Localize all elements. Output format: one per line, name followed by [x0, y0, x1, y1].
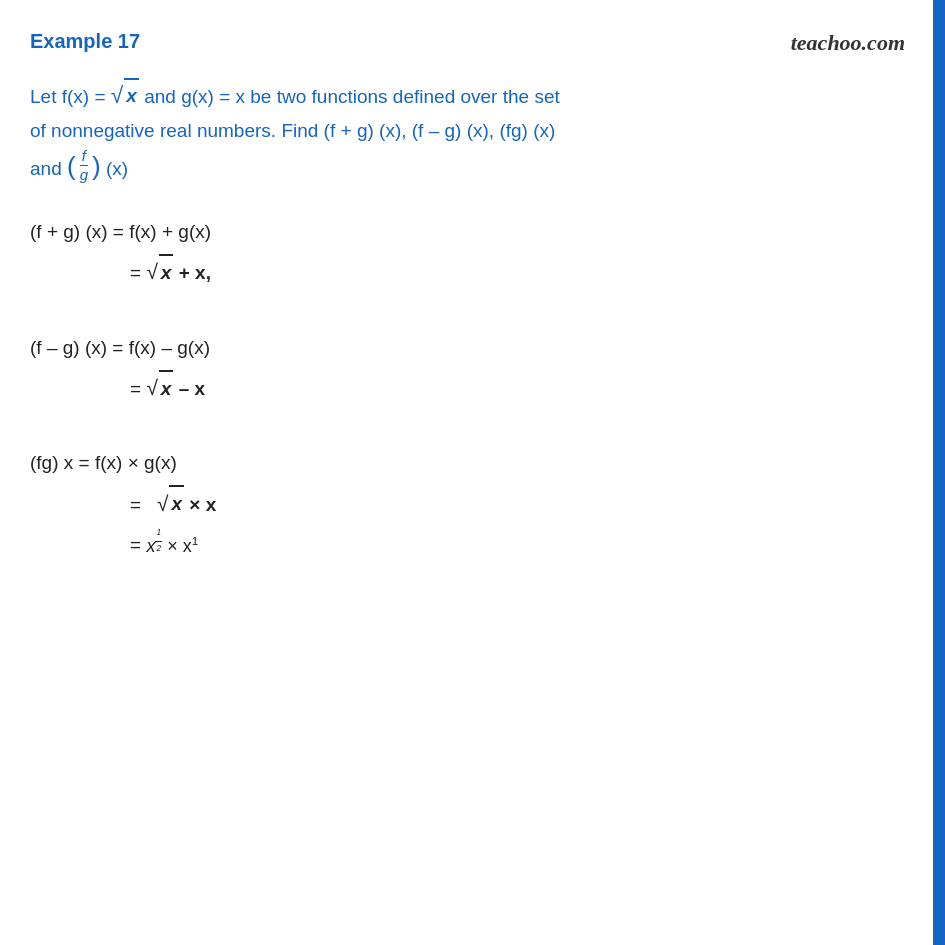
s2-l2-prefix: = — [130, 378, 146, 399]
frac-numerator: f — [80, 147, 88, 166]
problem-text-1: Let f(x) = — [30, 86, 111, 107]
fraction-symbol: f g — [78, 147, 90, 184]
s1-l1-text: (f + g) (x) = f(x) + g(x) — [30, 221, 211, 242]
sqrt-x-problem: √x — [111, 76, 139, 115]
sqrt-content-s2: x — [159, 370, 174, 406]
s3-l3-eq: = — [130, 535, 146, 556]
solution-3-line-1: (fg) x = f(x) × g(x) — [30, 446, 905, 480]
solution-2: (f – g) (x) = f(x) – g(x) = √ x – x — [30, 331, 905, 407]
solution-3-line-2: = √ x × x — [30, 485, 905, 523]
sqrt-content-s3: x — [169, 485, 184, 521]
example-title: Example 17 — [30, 30, 140, 53]
problem-text-3: of nonnegative real numbers. Find (f + g… — [30, 120, 555, 141]
right-paren: ) — [92, 153, 101, 179]
solution-3-line-3: = x12 × x1 — [30, 526, 905, 562]
s2-l1-text: (f – g) (x) = f(x) – g(x) — [30, 337, 210, 358]
sqrt-x-s1: √ x — [146, 253, 173, 291]
s2-l2-suffix: – x — [179, 378, 205, 399]
s3-l3-times: × x1 — [167, 536, 198, 556]
sqrt-x-s3: √ x — [157, 485, 184, 523]
problem-text-2: and g(x) = x be two functions defined ov… — [139, 86, 560, 107]
s3-sup-1: 1 — [192, 534, 199, 547]
s3-l1-text: (fg) x = f(x) × g(x) — [30, 452, 177, 473]
sqrt-content-s1: x — [159, 254, 174, 290]
brand-logo: teachoo.com — [791, 30, 905, 56]
left-paren: ( — [67, 153, 76, 179]
right-border-decoration — [933, 0, 945, 945]
solution-2-line-1: (f – g) (x) = f(x) – g(x) — [30, 331, 905, 365]
s3-l3-x-half: x12 — [146, 536, 162, 556]
s3-sup-half: 12 — [155, 535, 162, 547]
solution-1: (f + g) (x) = f(x) + g(x) = √ x + x, — [30, 215, 905, 291]
sqrt-x-s2: √ x — [146, 369, 173, 407]
problem-text-4: and — [30, 158, 67, 179]
solution-1-line-2: = √ x + x, — [30, 253, 905, 291]
s1-l2-prefix: = — [130, 262, 146, 283]
problem-text-5: (x) — [106, 158, 128, 179]
solution-3: (fg) x = f(x) × g(x) = √ x × x = x12 × x… — [30, 446, 905, 562]
problem-statement: Let f(x) = √x and g(x) = x be two functi… — [30, 76, 905, 185]
s3-l2-prefix: = — [130, 494, 152, 515]
s3-l2-suffix: × x — [189, 494, 216, 515]
s1-l2-suffix: + x, — [179, 262, 211, 283]
header: Example 17 teachoo.com — [30, 30, 905, 56]
fraction-fg: ( f g ) — [67, 147, 101, 184]
solution-2-line-2: = √ x – x — [30, 369, 905, 407]
page-container: Example 17 teachoo.com Let f(x) = √x and… — [0, 0, 945, 945]
solution-1-line-1: (f + g) (x) = f(x) + g(x) — [30, 215, 905, 249]
frac-denominator: g — [78, 166, 90, 184]
